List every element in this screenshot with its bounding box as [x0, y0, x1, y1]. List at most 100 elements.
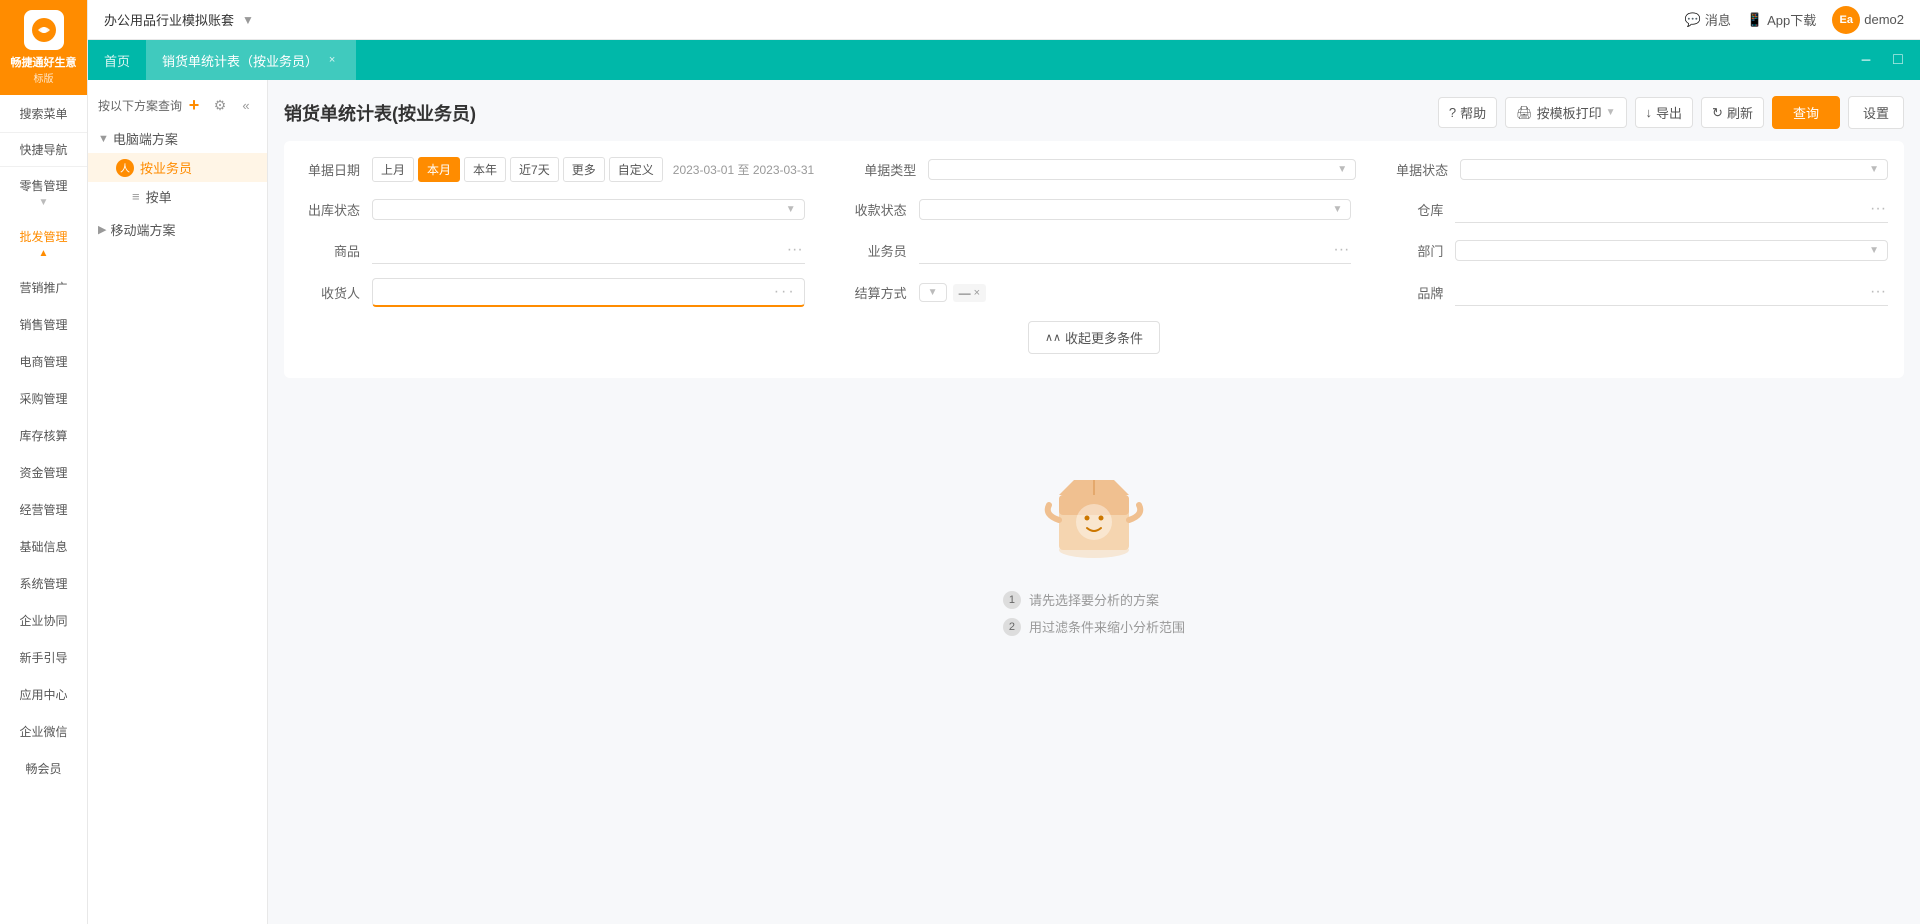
tree-item-by-salesman[interactable]: 人 按业务员	[88, 153, 267, 182]
settings-icon: ⚙	[214, 97, 227, 114]
tab-close-btn[interactable]: ×	[324, 52, 340, 68]
collapse-row: ∧∧ 收起更多条件	[300, 321, 1888, 354]
date-this-month-btn[interactable]: 本月	[418, 157, 460, 182]
tab-window-actions: − □	[1852, 46, 1920, 74]
filter-card: 单据日期 上月 本月 本年 近7天 更多 自定义 2023-03-01 至 20…	[284, 141, 1904, 378]
date-custom-btn[interactable]: 自定义	[609, 157, 663, 182]
export-btn[interactable]: ↓ 导出	[1635, 97, 1694, 128]
user-profile[interactable]: Ea demo2	[1832, 6, 1904, 34]
collapse-chevron-icon: ∧∧	[1045, 331, 1061, 344]
date-more-btn[interactable]: 更多	[563, 157, 605, 182]
settlement-tag-close[interactable]: ×	[974, 287, 980, 299]
maximize-btn[interactable]: □	[1884, 46, 1912, 74]
sidebar-item-wholesale[interactable]: 批发管理 ▲	[0, 218, 87, 269]
warehouse-input[interactable]: ···	[1455, 196, 1888, 223]
scheme-settings-btn[interactable]: ⚙	[209, 94, 231, 116]
message-icon: 💬	[1685, 12, 1701, 28]
left-panel-title: 按以下方案查询	[98, 97, 182, 114]
export-icon: ↓	[1646, 105, 1653, 120]
ship-status-select[interactable]: ▼	[372, 199, 805, 220]
tree-mobile-solutions[interactable]: ▶ 移动端方案	[88, 215, 267, 244]
ship-status-control: ▼	[372, 199, 805, 220]
sidebar-item-wechat[interactable]: 企业微信	[0, 713, 87, 750]
settlement-tag: — ×	[953, 284, 986, 302]
doc-status-label: 单据状态	[1388, 160, 1448, 179]
settlement-select[interactable]: ▼	[919, 283, 947, 302]
date-quick-buttons: 上月 本月 本年 近7天 更多 自定义	[372, 157, 663, 182]
sidebar-item-ecommerce[interactable]: 电商管理	[0, 343, 87, 380]
main-area: 办公用品行业模拟账套 ▼ 💬 消息 📱 App下载 Ea demo2 首页	[88, 0, 1920, 924]
date-last-month-btn[interactable]: 上月	[372, 157, 414, 182]
sidebar-item-retail[interactable]: 零售管理 ▼	[0, 167, 87, 218]
help-icon: ?	[1449, 105, 1456, 120]
settlement-control: ▼ — ×	[919, 283, 1352, 302]
filter-row-1: 单据日期 上月 本月 本年 近7天 更多 自定义 2023-03-01 至 20…	[300, 157, 1888, 182]
empty-tip-1: 1 请先选择要分析的方案	[1003, 590, 1185, 609]
tree-expand-icon: ▼	[98, 133, 109, 145]
tree-item-by-order[interactable]: ≡ 按单	[88, 182, 267, 211]
sidebar-item-basic[interactable]: 基础信息	[0, 528, 87, 565]
receiver-input[interactable]: ···	[372, 278, 805, 307]
goods-control: ···	[372, 237, 805, 264]
receiver-label: 收货人	[300, 283, 360, 302]
date-last7-btn[interactable]: 近7天	[510, 157, 559, 182]
collapse-btn[interactable]: ∧∧ 收起更多条件	[1028, 321, 1160, 354]
sidebar-search[interactable]: 搜索菜单	[0, 95, 87, 133]
sidebar-item-operations[interactable]: 经营管理	[0, 491, 87, 528]
brand-control: ···	[1455, 279, 1888, 306]
app-download-btn[interactable]: 📱 App下载	[1747, 10, 1816, 29]
collapse-panel-btn[interactable]: «	[235, 94, 257, 116]
sidebar-item-sales[interactable]: 销售管理	[0, 306, 87, 343]
sidebar-item-marketing[interactable]: 营销推广	[0, 269, 87, 306]
warehouse-label: 仓库	[1383, 200, 1443, 219]
sidebar-item-inventory[interactable]: 库存核算	[0, 417, 87, 454]
add-scheme-btn[interactable]: +	[183, 94, 205, 116]
dept-select[interactable]: ▼	[1455, 240, 1888, 261]
ship-status-dropdown-icon: ▼	[786, 204, 796, 215]
doc-type-select[interactable]: ▼	[928, 159, 1356, 180]
sidebar: 畅捷通好生意 标版 搜索菜单 快捷导航 零售管理 ▼ 批发管理 ▲ 营销推广 销…	[0, 0, 88, 924]
left-panel: 按以下方案查询 + ⚙ « ▼ 电脑端方案 人	[88, 80, 268, 924]
settings-btn[interactable]: 设置	[1848, 96, 1904, 129]
filter-row-4: 收货人 ··· 结算方式 ▼ — ×	[300, 278, 1888, 307]
refresh-btn[interactable]: ↻ 刷新	[1701, 97, 1764, 128]
warehouse-control: ···	[1455, 196, 1888, 223]
goods-label: 商品	[300, 241, 360, 260]
sidebar-item-member[interactable]: 畅会员	[0, 750, 87, 787]
brand-input[interactable]: ···	[1455, 279, 1888, 306]
query-btn[interactable]: 查询	[1772, 96, 1840, 129]
logo-icon	[24, 10, 64, 50]
minimize-btn[interactable]: −	[1852, 46, 1880, 74]
goods-input[interactable]: ···	[372, 237, 805, 264]
salesman-input[interactable]: ···	[919, 237, 1352, 264]
doc-type-label: 单据类型	[856, 160, 916, 179]
tree-section-pc: ▼ 电脑端方案 人 按业务员 ≡ 按单	[88, 122, 267, 213]
help-btn[interactable]: ? 帮助	[1438, 97, 1497, 128]
page-title: 销货单统计表(按业务员)	[284, 100, 476, 126]
message-btn[interactable]: 💬 消息	[1685, 10, 1731, 29]
date-label: 单据日期	[300, 160, 360, 179]
workspace-selector[interactable]: 办公用品行业模拟账套 ▼	[104, 10, 254, 29]
workspace-dropdown-icon[interactable]: ▼	[242, 13, 254, 27]
empty-state: 1 请先选择要分析的方案 2 用过滤条件来缩小分析范围	[284, 390, 1904, 696]
workspace-name: 办公用品行业模拟账套	[104, 10, 234, 29]
collapse-icon: «	[242, 98, 249, 113]
doc-status-select[interactable]: ▼	[1460, 159, 1888, 180]
tree-section-mobile: ▶ 移动端方案	[88, 213, 267, 246]
sidebar-item-system[interactable]: 系统管理	[0, 565, 87, 602]
sidebar-item-finance[interactable]: 资金管理	[0, 454, 87, 491]
top-header: 办公用品行业模拟账套 ▼ 💬 消息 📱 App下载 Ea demo2	[88, 0, 1920, 40]
tree-pc-solutions[interactable]: ▼ 电脑端方案	[88, 124, 267, 153]
tab-home[interactable]: 首页	[88, 40, 146, 80]
print-btn[interactable]: 🖨 按模板打印 ▼	[1505, 97, 1626, 128]
sidebar-item-apps[interactable]: 应用中心	[0, 676, 87, 713]
date-this-year-btn[interactable]: 本年	[464, 157, 506, 182]
payment-status-select[interactable]: ▼	[919, 199, 1352, 220]
sidebar-item-newbie[interactable]: 新手引导	[0, 639, 87, 676]
sidebar-quick-nav[interactable]: 快捷导航	[0, 133, 87, 167]
tab-active[interactable]: 销货单统计表（按业务员） ×	[146, 40, 356, 80]
sidebar-item-purchase[interactable]: 采购管理	[0, 380, 87, 417]
receiver-dots-icon: ···	[774, 283, 796, 301]
sidebar-item-enterprise[interactable]: 企业协同	[0, 602, 87, 639]
logo-subtitle: 标版	[34, 70, 54, 85]
